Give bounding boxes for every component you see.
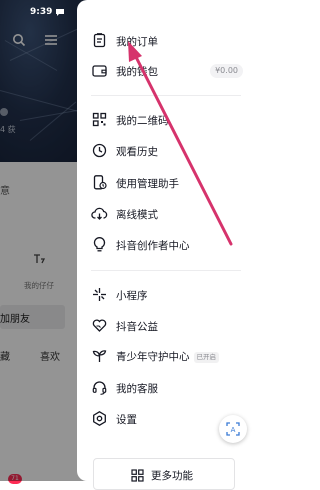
floating-scan-button[interactable]: A (219, 415, 247, 443)
scan-icon: A (226, 422, 240, 436)
menu-label-orders: 我的订单 (116, 36, 158, 48)
menu-item-usage-assistant[interactable]: 使用管理助手 (77, 169, 250, 197)
menu-item-customer-service[interactable]: 我的客服 (77, 374, 250, 402)
menu-label-customer-service: 我的客服 (116, 383, 158, 395)
settings-icon (91, 410, 108, 427)
svg-text:A: A (231, 426, 236, 434)
more-functions-button[interactable]: 更多功能 (93, 458, 235, 490)
menu-label-offline: 离线模式 (116, 209, 158, 221)
menu-item-wallet[interactable]: 我的钱包 ¥0.00 (77, 57, 250, 85)
menu-label-usage-assistant: 使用管理助手 (116, 178, 179, 190)
divider (91, 95, 241, 96)
wallet-balance: ¥0.00 (210, 64, 243, 78)
cloud-download-icon (91, 205, 108, 222)
menu-label-charity: 抖音公益 (116, 321, 158, 333)
menu-item-offline[interactable]: 离线模式 (77, 200, 250, 228)
teen-guard-status-badge: 已开启 (193, 352, 219, 363)
message-status-icon (56, 9, 64, 16)
menu-item-charity[interactable]: 抖音公益 (77, 312, 250, 340)
menu-item-orders[interactable]: 我的订单 (77, 27, 250, 55)
menu-label-wallet: 我的钱包 (116, 66, 158, 78)
menu-label-creator-center: 抖音创作者中心 (116, 240, 190, 252)
grid-icon (131, 467, 144, 482)
clock-icon (91, 142, 108, 159)
menu-label-mini-program: 小程序 (116, 290, 148, 302)
sprout-icon (91, 347, 108, 364)
divider (91, 270, 241, 271)
teen-guard-text: 青少年守护中心 (116, 351, 190, 363)
lightbulb-icon (91, 236, 108, 253)
menu-label-teen-guard: 青少年守护中心 已开启 (116, 349, 219, 364)
mini-program-icon (91, 286, 108, 303)
menu-label-qrcode: 我的二维码 (116, 115, 169, 127)
order-icon (91, 32, 108, 49)
menu-item-creator-center[interactable]: 抖音创作者中心 (77, 231, 250, 259)
side-drawer: 我的订单 我的钱包 ¥0.00 我的二维码 观看历史 使用管理助手 离线模式 抖… (77, 0, 250, 490)
menu-item-teen-guard[interactable]: 青少年守护中心 已开启 (77, 342, 250, 370)
menu-label-history: 观看历史 (116, 146, 158, 158)
wallet-icon (91, 62, 108, 79)
menu-label-settings: 设置 (116, 414, 137, 426)
charity-heart-icon (91, 317, 108, 334)
headset-icon (91, 379, 108, 396)
menu-item-history[interactable]: 观看历史 (77, 137, 250, 165)
menu-item-mini-program[interactable]: 小程序 (77, 281, 250, 309)
phone-clock-icon (91, 174, 108, 191)
qrcode-icon (91, 111, 108, 128)
status-time: 9:39 (30, 7, 53, 17)
menu-item-qrcode[interactable]: 我的二维码 (77, 106, 250, 134)
